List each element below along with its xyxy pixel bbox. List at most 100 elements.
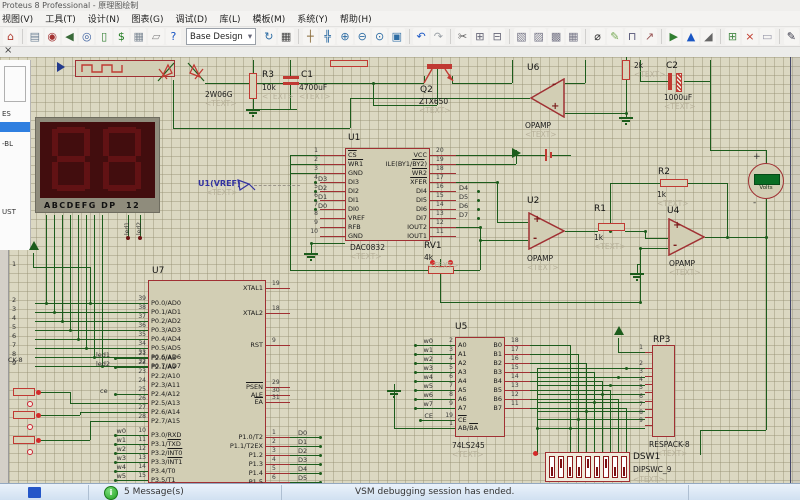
remove-sheet-icon[interactable]: ×	[742, 28, 758, 45]
help-icon[interactable]: ?	[165, 28, 182, 45]
refresh-icon[interactable]: ↻	[261, 28, 277, 45]
megaphone-icon[interactable]: ◀	[61, 28, 78, 45]
pick-parts-icon[interactable]: ⌀	[589, 28, 606, 45]
copy-icon[interactable]: ⊞	[472, 28, 488, 45]
pan-icon[interactable]: ╬	[319, 28, 336, 45]
component-r-2k[interactable]	[622, 60, 630, 80]
home-icon[interactable]: ⌂	[3, 28, 19, 45]
object-selector-panel[interactable]: ES -BL UST	[0, 60, 31, 250]
panel-item-fragment[interactable]: ES	[2, 110, 11, 118]
component-r3[interactable]	[249, 73, 257, 99]
7seg-segment	[52, 162, 58, 189]
component-switch-2[interactable]	[13, 411, 35, 419]
doc-icon[interactable]: ▱	[148, 28, 164, 45]
dip-switch-9[interactable]	[621, 456, 627, 478]
dip-switch-8[interactable]	[612, 456, 618, 478]
component-rp3[interactable]	[652, 345, 675, 437]
zoom-in-icon[interactable]: ⊕	[337, 28, 353, 45]
cut-icon[interactable]: ✂	[454, 28, 471, 45]
new-sheet-icon[interactable]: ⊞	[724, 28, 741, 45]
component-ref[interactable]: U5	[455, 322, 467, 332]
component-switch-1[interactable]	[13, 388, 35, 396]
dip-switch-5[interactable]	[585, 456, 591, 478]
menu-item-3[interactable]: 图表(G)	[131, 12, 163, 25]
wire-autorouter-icon[interactable]: ▶	[666, 28, 682, 45]
edit-design-icon[interactable]: ✎	[783, 28, 800, 45]
component-ref[interactable]: U2	[527, 196, 539, 206]
component-bridge[interactable]	[150, 57, 212, 89]
dip-switch-6[interactable]	[594, 456, 600, 478]
block-copy-icon[interactable]: ▧	[513, 28, 530, 45]
component-ref[interactable]: C1	[301, 70, 313, 80]
component-value: DAC0832	[350, 243, 385, 252]
paste-icon[interactable]: ⊟	[489, 28, 505, 45]
zoom-all-icon[interactable]: ⊙	[371, 28, 388, 45]
property-assign-icon[interactable]: ◢	[700, 28, 716, 45]
panel-item-fragment[interactable]: -BL	[2, 140, 13, 148]
panel-item-fragment[interactable]: UST	[2, 208, 16, 216]
search-tag-icon[interactable]: ▲	[683, 28, 699, 45]
globe-icon[interactable]: ◎	[79, 28, 95, 45]
dollar-icon[interactable]: $	[113, 28, 130, 45]
wire	[602, 381, 603, 452]
component-ref[interactable]: RP3	[653, 335, 670, 345]
packaging-icon[interactable]: ⊓	[624, 28, 640, 45]
undo-icon[interactable]: ↶	[413, 28, 429, 45]
message-count[interactable]: 5 Message(s)	[124, 487, 184, 497]
dip-switch-2[interactable]	[558, 456, 564, 478]
wire	[637, 264, 640, 265]
component-ref[interactable]: DSW1	[633, 452, 660, 462]
component-ref[interactable]: R3	[262, 70, 274, 80]
menu-item-0[interactable]: 视图(V)	[2, 12, 33, 25]
center-icon[interactable]: ◉	[44, 28, 60, 45]
ground-icon	[252, 115, 254, 117]
component-switch-3[interactable]	[13, 436, 35, 444]
grid-icon[interactable]: ▦	[278, 28, 294, 45]
panel-selected-item[interactable]	[0, 122, 30, 132]
component-dsw1[interactable]	[545, 452, 630, 482]
component-top-resistor[interactable]	[330, 60, 368, 67]
wire	[565, 231, 598, 232]
goto-sheet-icon[interactable]: ▭	[759, 28, 775, 45]
origin-icon[interactable]: ┼	[302, 28, 318, 45]
component-r1[interactable]	[598, 223, 625, 231]
component-ref[interactable]: R1	[594, 204, 606, 214]
component-u6[interactable]	[529, 77, 565, 122]
notes-icon[interactable]: ▦	[131, 28, 147, 45]
sheet-icon[interactable]: ▤	[27, 28, 43, 45]
zoom-out-icon[interactable]: ⊖	[354, 28, 370, 45]
menu-item-8[interactable]: 帮助(H)	[340, 12, 372, 25]
menu-item-1[interactable]: 工具(T)	[45, 12, 76, 25]
bom-icon[interactable]: ▯	[96, 28, 112, 45]
dip-switch-3[interactable]	[567, 456, 573, 478]
zoom-area-icon[interactable]: ▣	[389, 28, 405, 45]
menu-item-6[interactable]: 模板(M)	[252, 12, 285, 25]
component-ref[interactable]: R2	[658, 167, 670, 177]
make-device-icon[interactable]: ✎	[607, 28, 623, 45]
decompose-icon[interactable]: ↗	[641, 28, 658, 45]
menu-item-5[interactable]: 库(L)	[219, 12, 240, 25]
menu-item-7[interactable]: 系统(Y)	[297, 12, 328, 25]
block-move-icon[interactable]: ▨	[531, 28, 547, 45]
component-ref[interactable]: U1	[348, 133, 360, 143]
toolbar-separator	[22, 29, 24, 44]
block-delete-icon[interactable]: ▦	[565, 28, 582, 45]
info-icon[interactable]: i	[104, 486, 118, 500]
dip-switch-7[interactable]	[603, 456, 609, 478]
menu-item-2[interactable]: 设计(N)	[88, 12, 120, 25]
component-ref[interactable]: U7	[152, 266, 164, 276]
close-icon[interactable]: ×	[4, 45, 12, 57]
component-r2[interactable]	[660, 179, 688, 187]
component-ref[interactable]: RV1	[424, 241, 442, 251]
component-ref[interactable]: Q2	[420, 85, 433, 95]
component-ref[interactable]: C2	[666, 61, 678, 71]
menu-item-4[interactable]: 调试(D)	[175, 12, 207, 25]
dip-switch-1[interactable]	[549, 456, 555, 478]
redo-icon[interactable]: ↷	[430, 28, 447, 45]
design-selector-dropdown[interactable]: Base Design ▾	[186, 28, 257, 45]
component-ref[interactable]: U6	[527, 63, 539, 73]
wire	[454, 270, 480, 271]
schematic-canvas[interactable]: ES -BL UST U1 DAC0832 <TEXT> U2 OPAMP <TEXT> U4 OP…	[0, 57, 800, 483]
block-rotate-icon[interactable]: ▩	[548, 28, 564, 45]
dip-switch-4[interactable]	[576, 456, 582, 478]
